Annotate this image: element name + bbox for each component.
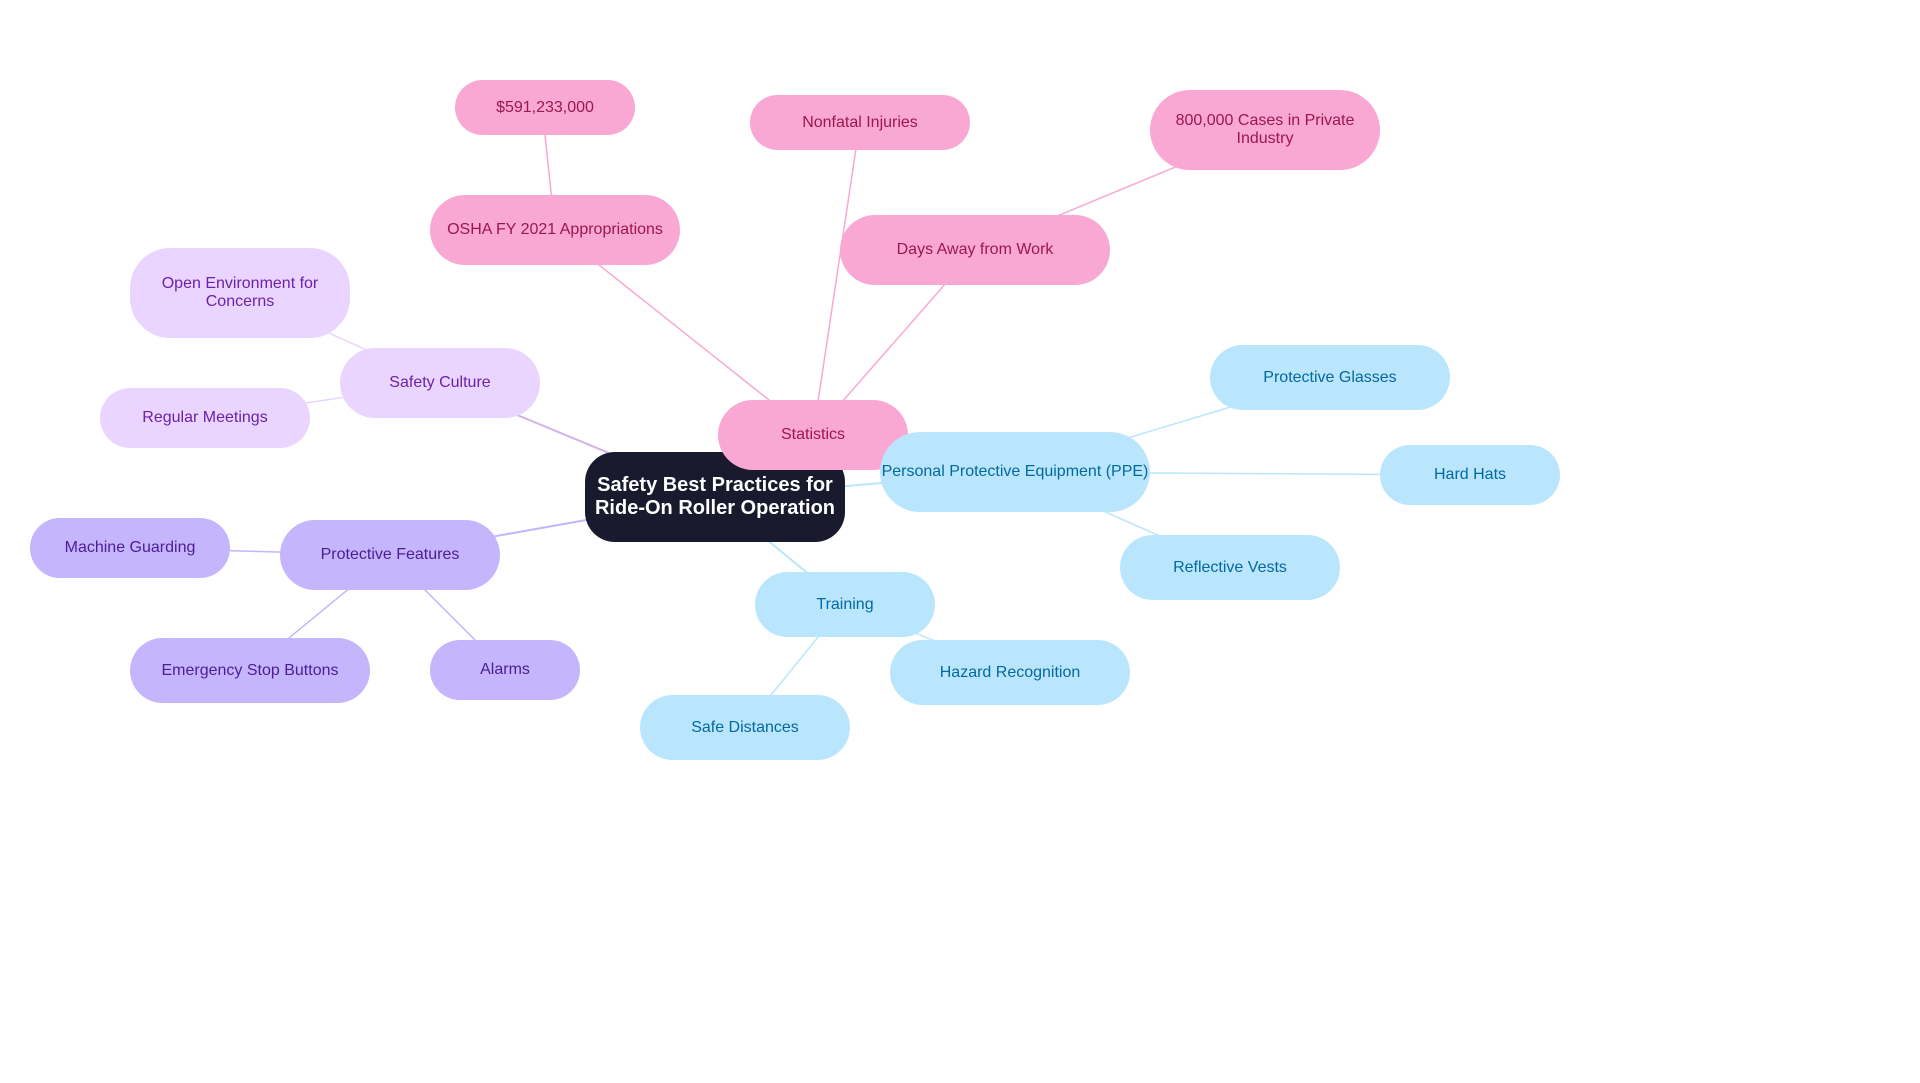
safety-culture-label: Safety Culture	[389, 374, 490, 392]
ppe-node: Personal Protective Equipment (PPE)	[880, 432, 1150, 512]
hard-hats-label: Hard Hats	[1434, 466, 1506, 484]
protective-glasses-label: Protective Glasses	[1263, 369, 1396, 387]
alarms-node: Alarms	[430, 640, 580, 700]
591-label: $591,233,000	[496, 99, 594, 117]
ppe-label: Personal Protective Equipment (PPE)	[882, 463, 1149, 481]
open-env-label: Open Environment for Concerns	[130, 275, 350, 311]
591-node: $591,233,000	[455, 80, 635, 135]
training-node: Training	[755, 572, 935, 637]
center-label: Safety Best Practices for Ride-On Roller…	[585, 474, 845, 520]
hazard-recognition-node: Hazard Recognition	[890, 640, 1130, 705]
open-env-node: Open Environment for Concerns	[130, 248, 350, 338]
reflective-vests-node: Reflective Vests	[1120, 535, 1340, 600]
800k-label: 800,000 Cases in Private Industry	[1150, 112, 1380, 148]
safe-distances-label: Safe Distances	[691, 719, 799, 737]
nonfatal-label: Nonfatal Injuries	[802, 114, 918, 132]
emergency-stop-node: Emergency Stop Buttons	[130, 638, 370, 703]
machine-guarding-label: Machine Guarding	[65, 539, 196, 557]
regular-meetings-label: Regular Meetings	[142, 409, 267, 427]
nonfatal-node: Nonfatal Injuries	[750, 95, 970, 150]
osha-node: OSHA FY 2021 Appropriations	[430, 195, 680, 265]
training-label: Training	[816, 596, 873, 614]
machine-guarding-node: Machine Guarding	[30, 518, 230, 578]
alarms-label: Alarms	[480, 661, 530, 679]
protective-features-label: Protective Features	[321, 546, 460, 564]
osha-label: OSHA FY 2021 Appropriations	[447, 221, 663, 239]
protective-glasses-node: Protective Glasses	[1210, 345, 1450, 410]
safety-culture-node: Safety Culture	[340, 348, 540, 418]
800k-node: 800,000 Cases in Private Industry	[1150, 90, 1380, 170]
protective-features-node: Protective Features	[280, 520, 500, 590]
safe-distances-node: Safe Distances	[640, 695, 850, 760]
days-away-label: Days Away from Work	[897, 241, 1054, 259]
hazard-recognition-label: Hazard Recognition	[940, 664, 1081, 682]
days-away-node: Days Away from Work	[840, 215, 1110, 285]
statistics-node: Statistics	[718, 400, 908, 470]
reflective-vests-label: Reflective Vests	[1173, 559, 1287, 577]
hard-hats-node: Hard Hats	[1380, 445, 1560, 505]
statistics-label: Statistics	[781, 426, 845, 444]
emergency-stop-label: Emergency Stop Buttons	[162, 662, 339, 680]
regular-meetings-node: Regular Meetings	[100, 388, 310, 448]
